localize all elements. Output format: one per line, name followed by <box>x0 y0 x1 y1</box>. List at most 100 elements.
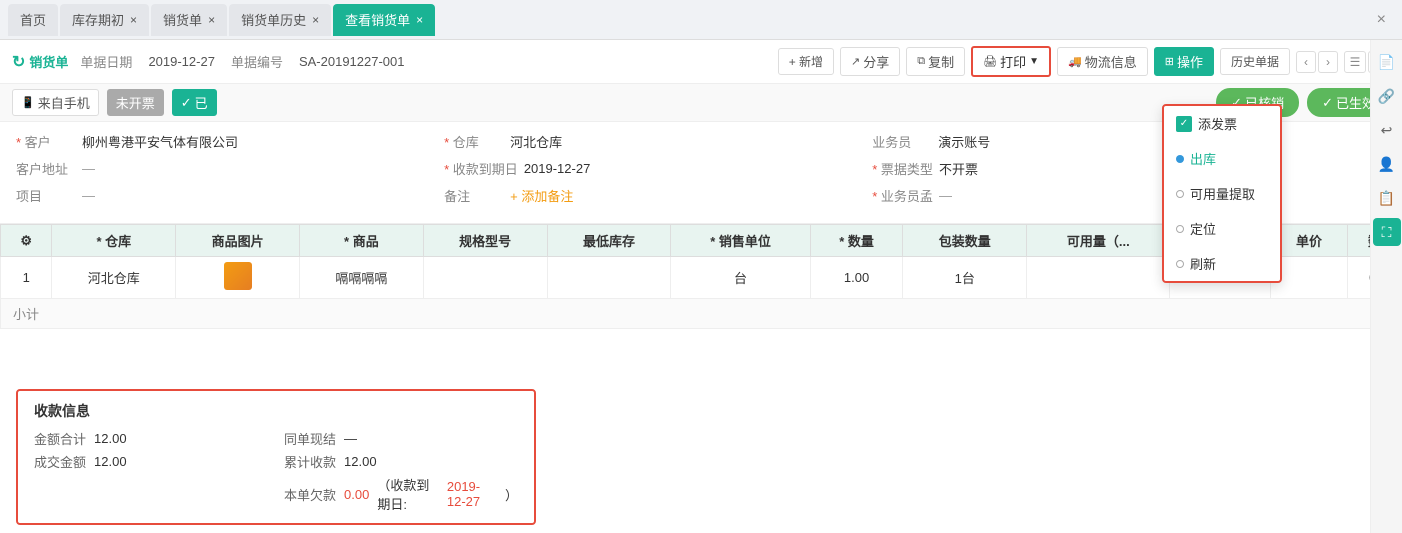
total-label: 金额合计 <box>34 429 86 448</box>
transaction-label: 成交金额 <box>34 452 86 471</box>
refresh-label: 刷新 <box>1190 254 1216 273</box>
col-qty: * 数量 <box>810 225 903 257</box>
due-value: 2019-12-27 <box>447 479 497 509</box>
next-button[interactable]: › <box>1318 51 1338 73</box>
tab-bar: 首页 库存期初 × 销货单 × 销货单历史 × 查看销货单 × × <box>0 0 1402 40</box>
doc-title: ↻ 销货单 <box>12 52 68 72</box>
window-close-button[interactable]: × <box>1369 7 1394 33</box>
phone-button[interactable]: 📱 来自手机 <box>12 89 99 116</box>
tab-sales-history[interactable]: 销货单历史 × <box>229 4 331 36</box>
out-warehouse-label: 出库 <box>1190 149 1216 168</box>
col-pack: 包装数量 <box>903 225 1027 257</box>
staff-value: 演示账号 <box>938 132 990 151</box>
balance-label: 本单欠款 <box>284 485 336 504</box>
staff-label: 业务员 <box>872 132 932 151</box>
doc-meta: 单据日期 2019-12-27 单据编号 SA-20191227-001 <box>80 52 404 71</box>
payment-title: 收款信息 <box>34 401 518 421</box>
sidebar-user-icon[interactable]: 👤 <box>1373 150 1401 178</box>
settlement-value: — <box>344 431 357 446</box>
row-unit: 台 <box>671 257 810 299</box>
add-invoice-item[interactable]: ✓ 添发票 <box>1164 106 1280 141</box>
check-button[interactable]: ✓ 已 <box>172 89 217 116</box>
tab-sales-history-close[interactable]: × <box>312 13 319 27</box>
row-available <box>1027 257 1170 299</box>
transaction-value: 12.00 <box>94 454 127 469</box>
tab-inventory[interactable]: 库存期初 × <box>60 4 149 36</box>
locate-dot <box>1176 225 1184 233</box>
ticket-label: 票据类型 <box>872 159 933 178</box>
note-label: 备注 <box>444 186 504 205</box>
history-button[interactable]: 历史单据 <box>1220 48 1290 75</box>
operate-button[interactable]: ⊞ 操作 <box>1154 47 1214 76</box>
prev-button[interactable]: ‹ <box>1296 51 1316 73</box>
warehouse-value: 河北仓库 <box>510 132 562 151</box>
row-warehouse: 河北仓库 <box>52 257 176 299</box>
locate-label: 定位 <box>1190 219 1216 238</box>
row-product: 嗝嗝嗝嗝 <box>299 257 423 299</box>
row-min-stock <box>547 257 671 299</box>
refresh-item[interactable]: 刷新 <box>1164 246 1280 281</box>
col-min-stock: 最低库存 <box>547 225 671 257</box>
tab-inventory-close[interactable]: × <box>130 13 137 27</box>
share-button[interactable]: ↗ 分享 <box>840 47 900 76</box>
header-actions: + 新增 ↗ 分享 ⧉ 复制 🖨 打印 ▼ 🚚 物流信息 <box>778 46 1390 77</box>
tab-sales-close[interactable]: × <box>208 13 215 27</box>
balance-value: 0.00 <box>344 487 369 502</box>
col-unit: * 销售单位 <box>671 225 810 257</box>
sidebar-expand-icon[interactable]: ⛶ <box>1373 218 1401 246</box>
settlement-label: 同单现结 <box>284 429 336 448</box>
list-view-button[interactable]: ☰ <box>1344 51 1366 73</box>
tab-sales[interactable]: 销货单 × <box>151 4 227 36</box>
row-pack: 1台 <box>903 257 1027 299</box>
sales-value: — <box>939 188 952 203</box>
due-info: （收款到期日: <box>377 475 439 513</box>
tab-view-sales[interactable]: 查看销货单 × <box>333 4 435 36</box>
row-spec <box>423 257 547 299</box>
col-warehouse: * 仓库 <box>52 225 176 257</box>
sidebar-list-icon[interactable]: 📋 <box>1373 184 1401 212</box>
col-spec: 规格型号 <box>423 225 547 257</box>
new-button[interactable]: + 新增 <box>778 48 834 75</box>
available-qty-dot <box>1176 190 1184 198</box>
col-available: 可用量（... <box>1027 225 1170 257</box>
cumulative-label: 累计收款 <box>284 452 336 471</box>
ticket-value: 不开票 <box>939 159 978 178</box>
due-date-value: 2019-12-27 <box>524 161 591 176</box>
not-open-button[interactable]: 未开票 <box>107 89 164 116</box>
add-invoice-label: 添发票 <box>1198 114 1237 133</box>
available-qty-label: 可用量提取 <box>1190 184 1255 203</box>
copy-button[interactable]: ⧉ 复制 <box>906 47 965 76</box>
sidebar-link-icon[interactable]: 🔗 <box>1373 82 1401 110</box>
address-value: — <box>82 161 95 176</box>
col-settings[interactable]: ⚙ <box>1 225 52 257</box>
dropdown-menu: ✓ 添发票 出库 可用量提取 定位 刷新 <box>1162 104 1282 283</box>
nav-arrows: ‹ › <box>1296 51 1338 73</box>
subtotal-label: 小计 <box>1 299 1402 329</box>
sales-label: 业务员孟 <box>872 186 933 205</box>
col-img: 商品图片 <box>176 225 300 257</box>
out-warehouse-item[interactable]: 出库 <box>1164 141 1280 176</box>
add-note-button[interactable]: + 添加备注 <box>510 186 573 205</box>
print-button[interactable]: 🖨 打印 ▼ <box>971 46 1051 77</box>
subtotal-row: 小计 <box>1 299 1402 329</box>
project-label: 项目 <box>16 186 76 205</box>
due-date-label: 收款到期日 <box>444 159 518 178</box>
warehouse-label: 仓库 <box>444 132 504 151</box>
cumulative-value: 12.00 <box>344 454 377 469</box>
refresh-dot <box>1176 260 1184 268</box>
sidebar-return-icon[interactable]: ↩ <box>1373 116 1401 144</box>
total-value: 12.00 <box>94 431 127 446</box>
customer-value: 柳州粤港平安气体有限公司 <box>82 132 238 151</box>
project-value: — <box>82 188 95 203</box>
tab-view-sales-close[interactable]: × <box>416 13 423 27</box>
tab-home[interactable]: 首页 <box>8 4 58 36</box>
right-sidebar: 📄 🔗 ↩ 👤 📋 ⛶ <box>1370 40 1402 533</box>
available-qty-item[interactable]: 可用量提取 <box>1164 176 1280 211</box>
sidebar-doc-icon[interactable]: 📄 <box>1373 48 1401 76</box>
locate-item[interactable]: 定位 <box>1164 211 1280 246</box>
logistics-button[interactable]: 🚚 物流信息 <box>1057 47 1148 76</box>
col-product: * 商品 <box>299 225 423 257</box>
document-header: ↻ 销货单 单据日期 2019-12-27 单据编号 SA-20191227-0… <box>0 40 1402 84</box>
customer-label: 客户 <box>16 132 76 151</box>
out-warehouse-dot <box>1176 155 1184 163</box>
